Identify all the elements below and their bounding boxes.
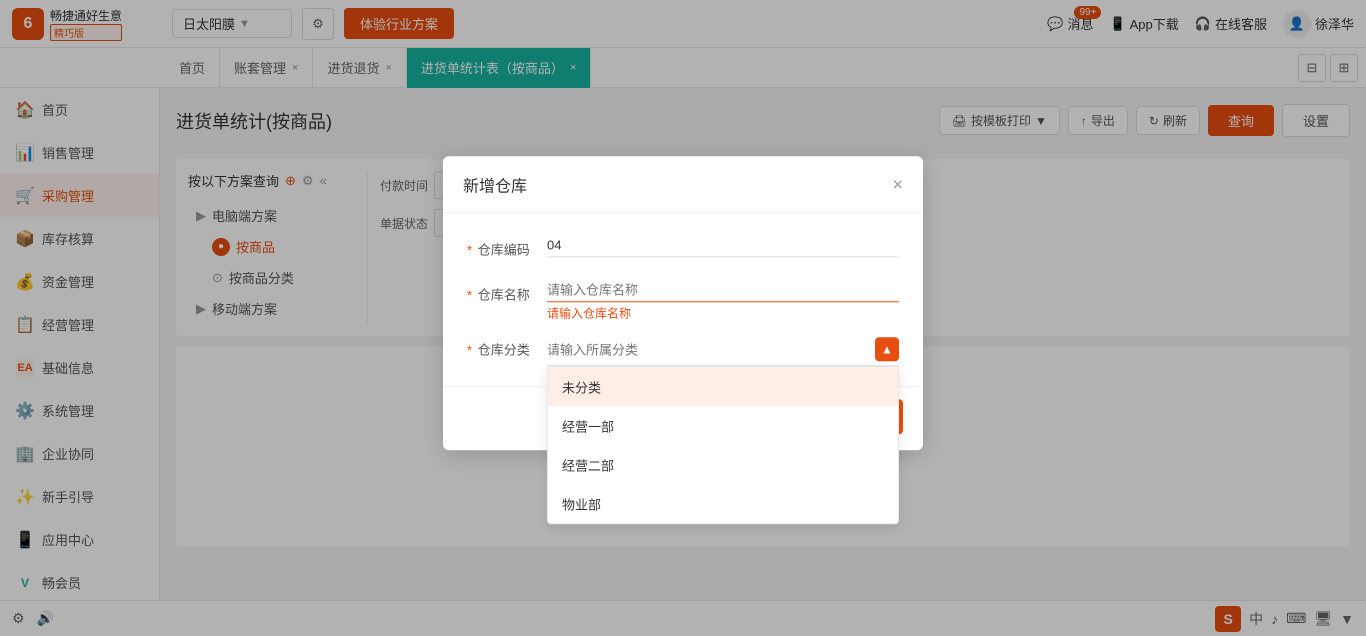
dropdown-item-uncategorized[interactable]: 未分类 [548,367,898,406]
code-field-row: * 仓库编码 [467,233,899,258]
modal-body: * 仓库编码 * 仓库名称 请输入仓库名称 * 仓库分类 ▲ [443,213,923,386]
dropdown-item-dept2[interactable]: 经营二部 [548,445,898,484]
category-label: * 仓库分类 [467,333,547,358]
name-error-msg: 请输入仓库名称 [547,304,631,321]
code-input[interactable] [547,233,899,257]
new-warehouse-modal: 新增仓库 × * 仓库编码 * 仓库名称 请输入仓库名称 * 仓库分类 [443,156,923,450]
chevron-up-icon[interactable]: ▲ [875,337,899,361]
modal-header: 新增仓库 × [443,156,923,213]
code-label: * 仓库编码 [467,233,547,258]
dropdown-item-dept1[interactable]: 经营一部 [548,406,898,445]
modal-title: 新增仓库 [463,172,527,196]
name-input[interactable] [547,278,899,302]
dropdown-item-property[interactable]: 物业部 [548,484,898,523]
category-input[interactable] [547,342,875,357]
category-select[interactable]: ▲ [547,333,899,366]
category-field-row: * 仓库分类 ▲ 未分类 经营一部 经营二部 物业部 [467,333,899,366]
category-dropdown: 未分类 经营一部 经营二部 物业部 [547,366,899,524]
modal-close-button[interactable]: × [892,174,903,195]
name-label: * 仓库名称 [467,278,547,303]
name-field-row: * 仓库名称 请输入仓库名称 [467,278,899,303]
